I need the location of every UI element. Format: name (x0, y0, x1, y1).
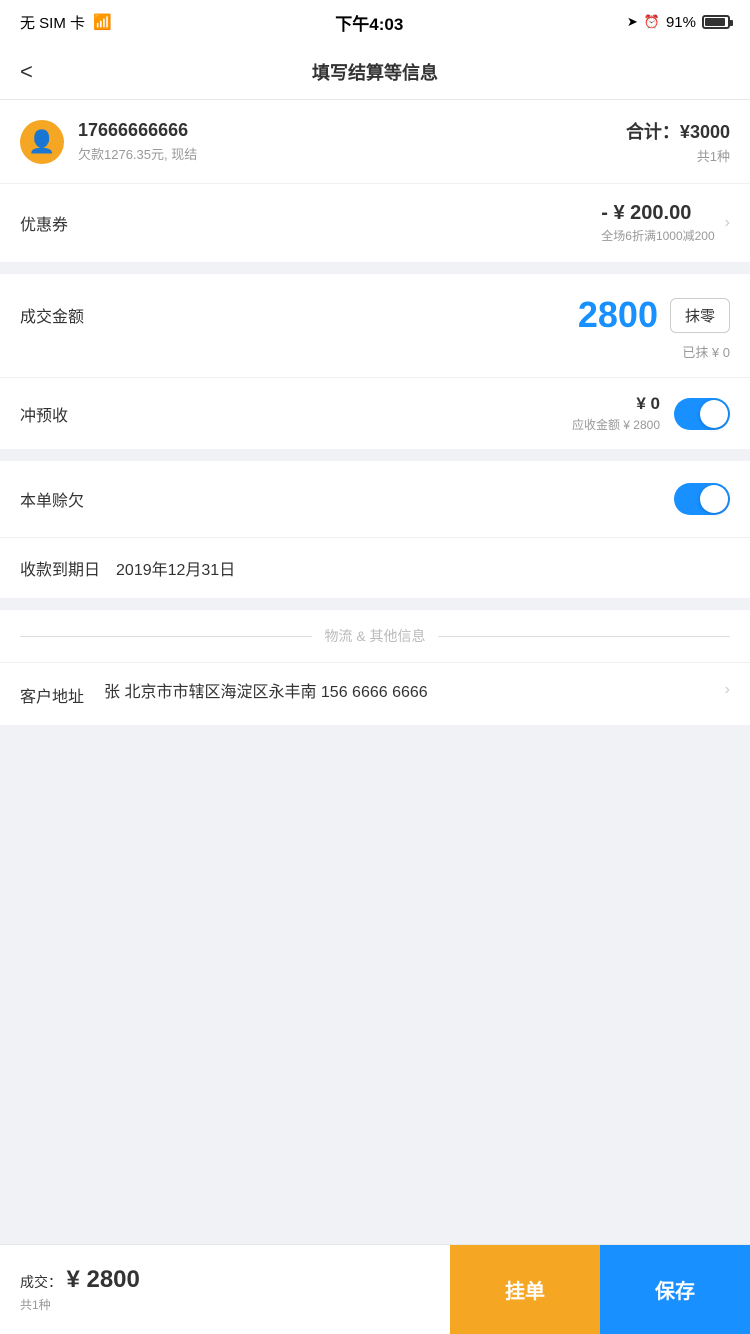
customer-right: 合计：¥3000 共1种 (626, 118, 730, 165)
customer-phone: 17666666666 (78, 120, 197, 141)
erased-row: 已抹 ¥ 0 (0, 342, 750, 377)
customer-info: 17666666666 欠款1276.35元, 现结 (78, 120, 197, 163)
prepay-row: 冲预收 ¥ 0 应收金额 ¥ 2800 (0, 377, 750, 449)
prepay-label: 冲预收 (20, 402, 68, 426)
location-icon: ➤ (627, 14, 638, 30)
total-count: 共1种 (626, 146, 730, 165)
deal-amount: 2800 (578, 294, 658, 336)
deal-amount-wrap: 2800 抹零 (578, 294, 730, 336)
wifi-icon: 📶 (93, 13, 112, 31)
logistics-header: 物流 & 其他信息 (0, 610, 750, 662)
prepay-right: ¥ 0 应收金额 ¥ 2800 (572, 394, 730, 433)
alarm-icon: ⏰ (644, 14, 660, 30)
customer-row: 👤 17666666666 欠款1276.35元, 现结 合计：¥3000 共1… (0, 100, 750, 183)
save-button[interactable]: 保存 (600, 1245, 750, 1334)
status-right: ➤ ⏰ 91% (627, 14, 730, 31)
debt-label: 本单赊欠 (20, 487, 84, 511)
debt-card: 本单赊欠 收款到期日 2019年12月31日 (0, 461, 750, 598)
avatar-icon: 👤 (28, 129, 55, 155)
bottom-deal-label: 成交： (20, 1274, 62, 1290)
bottom-summary: 成交： ¥ 2800 共1种 (0, 1266, 450, 1313)
coupon-right: - ¥ 200.00 全场6折满1000减200 › (601, 202, 730, 244)
bottom-deal-line: 成交： ¥ 2800 (20, 1266, 430, 1294)
toggle-thumb (700, 400, 728, 428)
status-time: 下午4:03 (335, 10, 403, 35)
duedate-value: 2019年12月31日 (116, 556, 235, 580)
carrier-text: 无 SIM 卡 (20, 12, 85, 33)
bottom-deal-amount: ¥ 2800 (66, 1266, 139, 1293)
page-title: 填写结算等信息 (312, 59, 438, 85)
content: 👤 17666666666 欠款1276.35元, 现结 合计：¥3000 共1… (0, 100, 750, 1007)
duedate-row: 收款到期日 2019年12月31日 (0, 537, 750, 598)
total-amount: 合计：¥3000 (626, 118, 730, 144)
prepay-amount: ¥ 0 (572, 394, 660, 414)
bottom-count: 共1种 (20, 1296, 430, 1313)
logistics-line-left (20, 636, 312, 637)
debt-toggle[interactable] (674, 483, 730, 515)
chevron-right-icon: › (725, 214, 730, 232)
logistics-card: 物流 & 其他信息 客户地址 张 北京市市辖区海淀区永丰南 156 6666 6… (0, 610, 750, 725)
debt-toggle-thumb (700, 485, 728, 513)
prepay-amount-wrap: ¥ 0 应收金额 ¥ 2800 (572, 394, 660, 433)
back-button[interactable]: < (20, 59, 33, 85)
receivable-text: 应收金额 ¥ 2800 (572, 416, 660, 433)
coupon-amount: - ¥ 200.00 (601, 202, 714, 225)
prepay-toggle[interactable] (674, 398, 730, 430)
status-left: 无 SIM 卡 📶 (20, 12, 112, 33)
address-chevron-icon: › (725, 681, 730, 699)
status-bar: 无 SIM 卡 📶 下午4:03 ➤ ⏰ 91% (0, 0, 750, 44)
address-value: 张 北京市市辖区海淀区永丰南 156 6666 6666 (104, 681, 717, 705)
round-button[interactable]: 抹零 (670, 298, 730, 333)
coupon-desc: 全场6折满1000减200 (601, 227, 714, 244)
debt-row: 本单赊欠 (0, 461, 750, 537)
deal-card: 成交金额 2800 抹零 已抹 ¥ 0 冲预收 ¥ 0 应收金额 ¥ 2800 (0, 274, 750, 449)
deal-label: 成交金额 (20, 303, 84, 327)
coupon-row[interactable]: 优惠券 - ¥ 200.00 全场6折满1000减200 › (0, 183, 750, 262)
deal-row: 成交金额 2800 抹零 (0, 274, 750, 342)
bottom-bar: 成交： ¥ 2800 共1种 挂单 保存 (0, 1244, 750, 1334)
duedate-label: 收款到期日 (20, 556, 100, 580)
battery-percent: 91% (666, 14, 696, 31)
customer-left: 👤 17666666666 欠款1276.35元, 现结 (20, 120, 197, 164)
battery-icon (702, 15, 730, 29)
address-row[interactable]: 客户地址 张 北京市市辖区海淀区永丰南 156 6666 6666 › (0, 662, 750, 725)
empty-space (0, 737, 750, 917)
nav-bar: < 填写结算等信息 (0, 44, 750, 100)
avatar: 👤 (20, 120, 64, 164)
customer-card: 👤 17666666666 欠款1276.35元, 现结 合计：¥3000 共1… (0, 100, 750, 262)
customer-sub: 欠款1276.35元, 现结 (78, 144, 197, 163)
logistics-line-right (438, 636, 730, 637)
address-label: 客户地址 (20, 681, 84, 707)
hold-button[interactable]: 挂单 (450, 1245, 600, 1334)
logistics-text: 物流 & 其他信息 (324, 626, 425, 646)
coupon-amount-wrap: - ¥ 200.00 全场6折满1000减200 (601, 202, 714, 244)
coupon-label: 优惠券 (20, 211, 68, 235)
